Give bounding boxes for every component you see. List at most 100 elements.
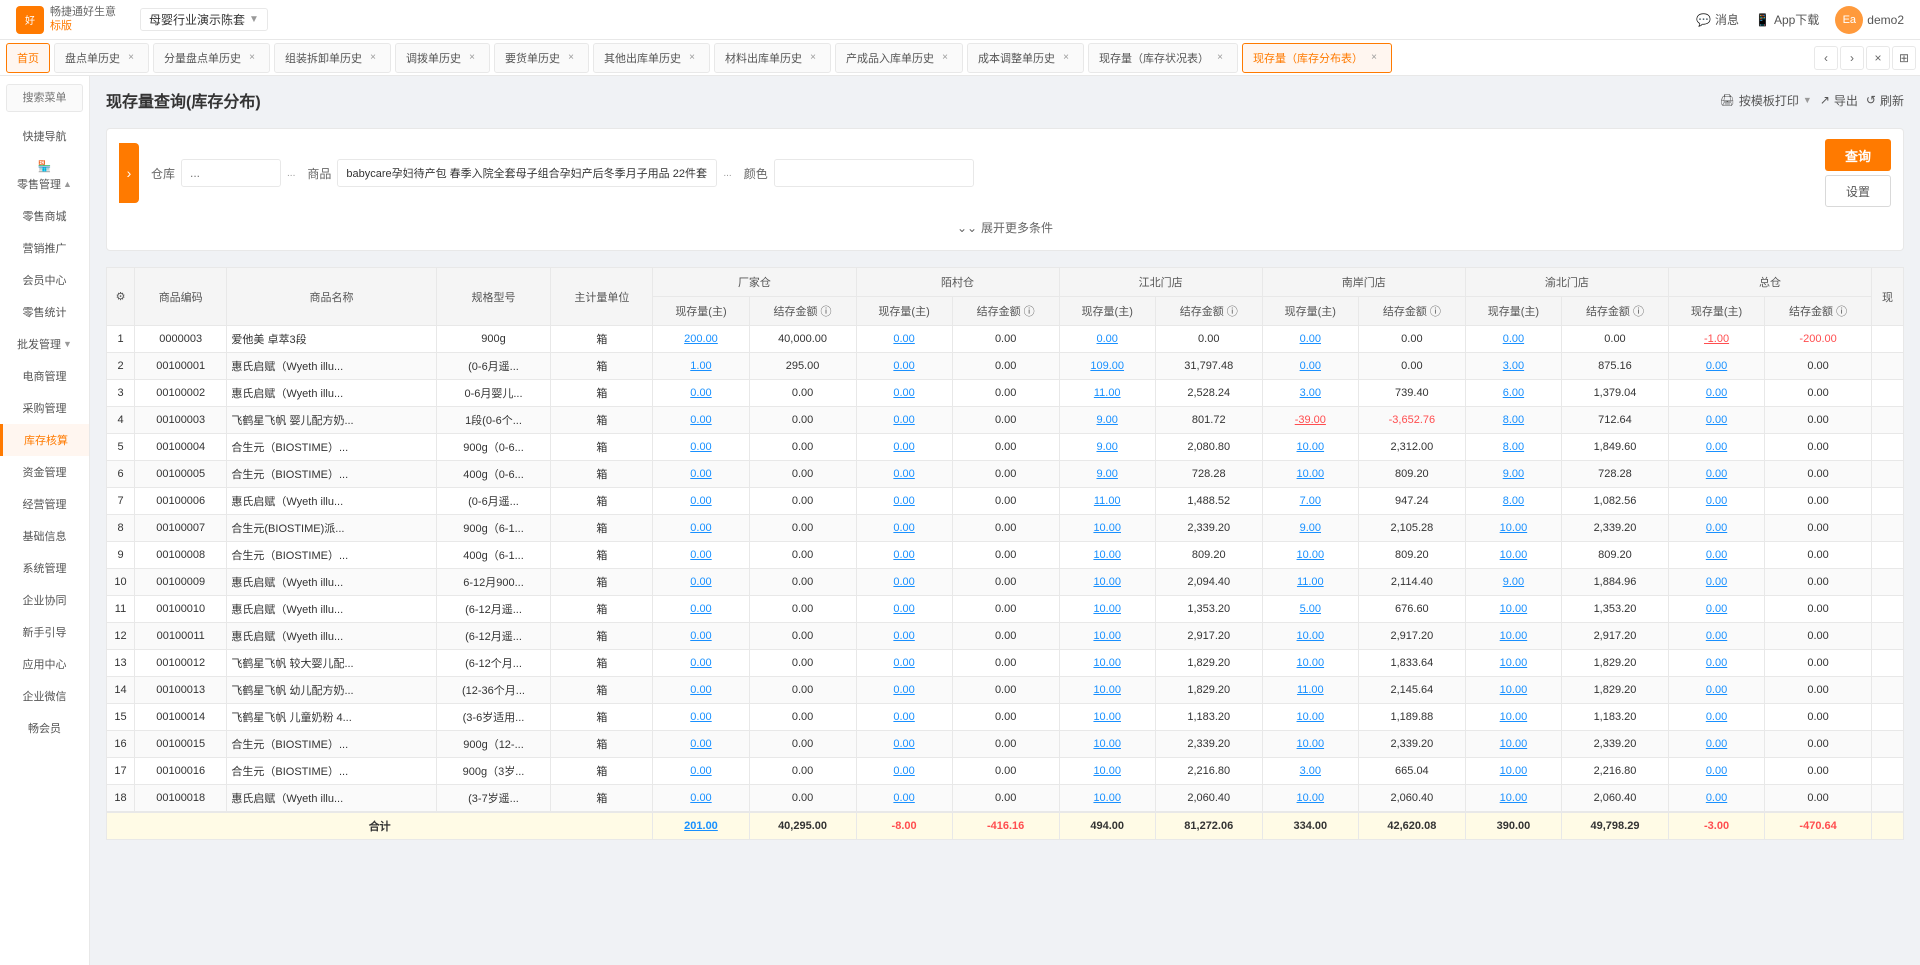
tab-close-fen-hist[interactable]: × [245, 51, 259, 65]
refresh-btn[interactable]: ↺ 刷新 [1866, 92, 1904, 109]
row-d4q[interactable]: 3.00 [1262, 380, 1358, 407]
row-d1q[interactable]: 200.00 [653, 326, 749, 353]
sidebar-item-mgmt[interactable]: 经营管理 [0, 488, 89, 520]
row-d4q[interactable]: 10.00 [1262, 731, 1358, 758]
row-d5q[interactable]: 8.00 [1465, 488, 1561, 515]
message-btn[interactable]: 💬 消息 [1696, 11, 1739, 28]
row-d3q[interactable]: 10.00 [1059, 569, 1155, 596]
tab-close-yao-hist[interactable]: × [564, 51, 578, 65]
row-tq[interactable]: 0.00 [1668, 407, 1764, 434]
row-tq[interactable]: 0.00 [1668, 785, 1764, 813]
row-d5q[interactable]: 0.00 [1465, 326, 1561, 353]
tab-close-pd-hist[interactable]: × [124, 51, 138, 65]
row-tq[interactable]: 0.00 [1668, 731, 1764, 758]
row-tq[interactable]: 0.00 [1668, 650, 1764, 677]
sidebar-item-basic[interactable]: 基础信息 [0, 520, 89, 552]
tab-stock-status[interactable]: 现存量（库存状况表） × [1088, 43, 1238, 73]
sidebar-item-member[interactable]: 会员中心 [0, 264, 89, 296]
row-tq[interactable]: 0.00 [1668, 677, 1764, 704]
row-d2q[interactable]: 0.00 [856, 731, 952, 758]
row-d2q[interactable]: 0.00 [856, 677, 952, 704]
export-btn[interactable]: ↗ 导出 [1820, 92, 1858, 109]
sidebar-item-retail-shop[interactable]: 零售商城 [0, 200, 89, 232]
row-d4q[interactable]: 0.00 [1262, 326, 1358, 353]
row-d1q[interactable]: 0.00 [653, 542, 749, 569]
sidebar-item-member2[interactable]: 畅会员 [0, 712, 89, 744]
row-d3q[interactable]: 10.00 [1059, 596, 1155, 623]
tab-pd-hist[interactable]: 盘点单历史 × [54, 43, 149, 73]
row-d3q[interactable]: 10.00 [1059, 623, 1155, 650]
sidebar-item-retail-stat[interactable]: 零售统计 [0, 296, 89, 328]
tab-close-zu-hist[interactable]: × [366, 51, 380, 65]
row-d3q[interactable]: 10.00 [1059, 731, 1155, 758]
sidebar-item-finance[interactable]: 资金管理 [0, 456, 89, 488]
sidebar-item-sys[interactable]: 系统管理 [0, 552, 89, 584]
row-d5q[interactable]: 8.00 [1465, 407, 1561, 434]
row-d4q[interactable]: 10.00 [1262, 542, 1358, 569]
row-d4q[interactable]: -39.00 [1262, 407, 1358, 434]
row-d4q[interactable]: 3.00 [1262, 758, 1358, 785]
row-tq[interactable]: 0.00 [1668, 434, 1764, 461]
row-d3q[interactable]: 0.00 [1059, 326, 1155, 353]
settings-button[interactable]: 设置 [1825, 175, 1891, 207]
row-d2q[interactable]: 0.00 [856, 488, 952, 515]
row-d3q[interactable]: 11.00 [1059, 488, 1155, 515]
row-d2q[interactable]: 0.00 [856, 380, 952, 407]
row-tq[interactable]: 0.00 [1668, 488, 1764, 515]
row-d2q[interactable]: 0.00 [856, 785, 952, 813]
row-d5q[interactable]: 10.00 [1465, 677, 1561, 704]
row-d2q[interactable]: 0.00 [856, 326, 952, 353]
tab-home[interactable]: 首页 [6, 43, 50, 73]
row-d3q[interactable]: 10.00 [1059, 515, 1155, 542]
tab-other-out[interactable]: 其他出库单历史 × [593, 43, 710, 73]
row-d3q[interactable]: 10.00 [1059, 785, 1155, 813]
row-d5q[interactable]: 10.00 [1465, 704, 1561, 731]
col-settings[interactable]: ⚙ [107, 268, 135, 326]
sidebar-item-wholesale[interactable]: 批发管理 ▼ [0, 328, 89, 360]
row-d1q[interactable]: 0.00 [653, 515, 749, 542]
tab-fen-hist[interactable]: 分量盘点单历史 × [153, 43, 270, 73]
row-d1q[interactable]: 0.00 [653, 461, 749, 488]
row-tq[interactable]: 0.00 [1668, 380, 1764, 407]
tab-close-other-out[interactable]: × [685, 51, 699, 65]
sidebar-item-wechat[interactable]: 企业微信 [0, 680, 89, 712]
row-d1q[interactable]: 0.00 [653, 488, 749, 515]
sidebar-item-ecom[interactable]: 电商管理 [0, 360, 89, 392]
tab-next-btn[interactable]: › [1840, 46, 1864, 70]
row-d1q[interactable]: 0.00 [653, 623, 749, 650]
print-btn[interactable]: 🖨 按模板打印 ▼ [1720, 92, 1812, 109]
row-d4q[interactable]: 10.00 [1262, 704, 1358, 731]
row-d1q[interactable]: 0.00 [653, 677, 749, 704]
tab-close-cost-adj[interactable]: × [1059, 51, 1073, 65]
warehouse-input[interactable] [181, 159, 281, 187]
row-d2q[interactable]: 0.00 [856, 515, 952, 542]
row-d1q[interactable]: 0.00 [653, 758, 749, 785]
tab-tiao-hist[interactable]: 调拨单历史 × [395, 43, 490, 73]
user-area[interactable]: Ea demo2 [1835, 6, 1904, 34]
row-d1q[interactable]: 0.00 [653, 785, 749, 813]
product-dots[interactable]: ... [723, 168, 731, 179]
sidebar-item-purchase[interactable]: 采购管理 [0, 392, 89, 424]
row-tq[interactable]: 0.00 [1668, 758, 1764, 785]
search-input[interactable] [6, 84, 83, 112]
tab-yao-hist[interactable]: 要货单历史 × [494, 43, 589, 73]
row-d3q[interactable]: 9.00 [1059, 434, 1155, 461]
row-d5q[interactable]: 10.00 [1465, 596, 1561, 623]
row-d1q[interactable]: 0.00 [653, 596, 749, 623]
row-tq[interactable]: 0.00 [1668, 569, 1764, 596]
row-d5q[interactable]: 10.00 [1465, 515, 1561, 542]
row-d1q[interactable]: 0.00 [653, 380, 749, 407]
row-d4q[interactable]: 10.00 [1262, 461, 1358, 488]
expand-more-btn[interactable]: ⌄⌄ 展开更多条件 [949, 215, 1061, 240]
row-d2q[interactable]: 0.00 [856, 569, 952, 596]
row-d1q[interactable]: 0.00 [653, 407, 749, 434]
row-tq[interactable]: 0.00 [1668, 596, 1764, 623]
row-d3q[interactable]: 10.00 [1059, 542, 1155, 569]
row-d5q[interactable]: 9.00 [1465, 461, 1561, 488]
row-d2q[interactable]: 0.00 [856, 407, 952, 434]
query-button[interactable]: 查询 [1825, 139, 1891, 171]
tab-prev-btn[interactable]: ‹ [1814, 46, 1838, 70]
filter-collapse-btn[interactable]: › [119, 143, 139, 203]
row-d5q[interactable]: 10.00 [1465, 542, 1561, 569]
row-d4q[interactable]: 10.00 [1262, 434, 1358, 461]
